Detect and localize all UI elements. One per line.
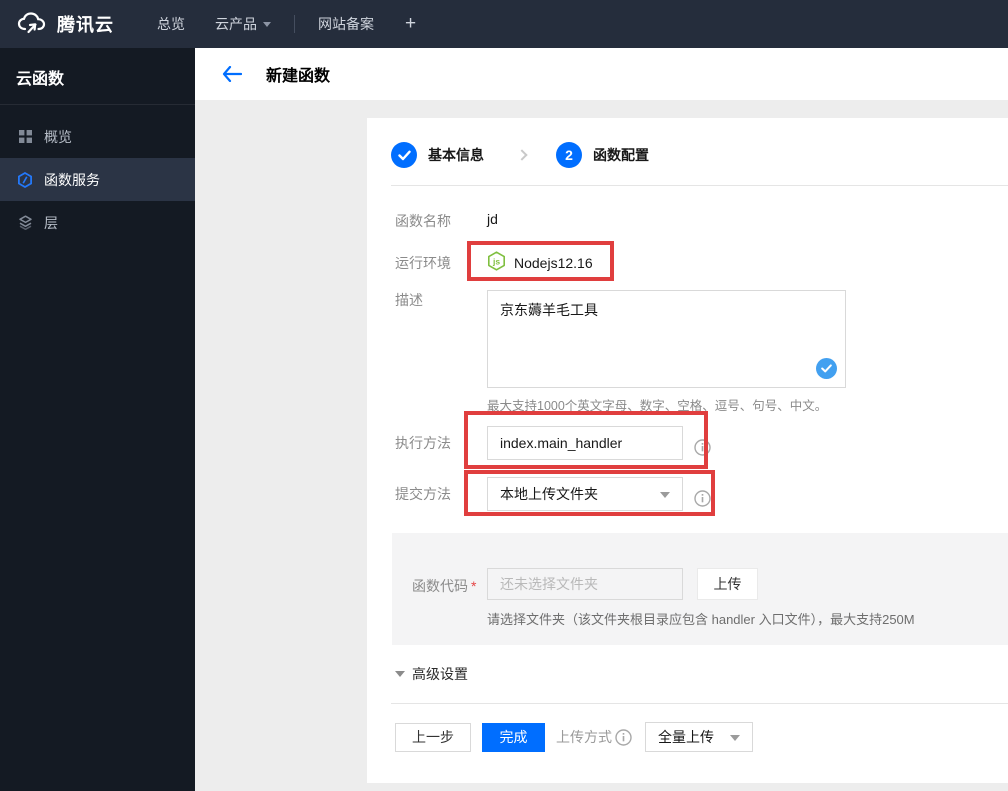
runtime-text: Nodejs12.16 bbox=[514, 254, 593, 271]
triangle-down-icon bbox=[395, 671, 405, 677]
sidebar-item-layers[interactable]: 层 bbox=[0, 201, 195, 244]
step1-label: 基本信息 bbox=[428, 147, 484, 163]
main-area: 新建函数 基本信息 2 函数配置 函数名称 jd 运行环境 js Nodejs1… bbox=[195, 48, 1008, 791]
page-title: 新建函数 bbox=[266, 68, 331, 85]
advanced-settings-label: 高级设置 bbox=[412, 666, 468, 682]
advanced-settings-toggle[interactable]: 高级设置 bbox=[395, 664, 468, 684]
sidebar-item-label: 函数服务 bbox=[44, 171, 100, 188]
nav-add-tab-button[interactable]: + bbox=[389, 0, 432, 48]
handler-info-icon[interactable] bbox=[694, 431, 711, 456]
submit-method-select[interactable]: 本地上传文件夹 bbox=[487, 477, 683, 511]
nav-item-overview[interactable]: 总览 bbox=[142, 0, 200, 48]
step2-number: 2 bbox=[556, 142, 582, 168]
description-textarea[interactable]: 京东薅羊毛工具 bbox=[488, 291, 845, 387]
field-runtime: 运行环境 js Nodejs12.16 bbox=[395, 251, 593, 274]
page-header: 新建函数 bbox=[195, 48, 1008, 100]
sidebar-item-overview[interactable]: 概览 bbox=[0, 115, 195, 158]
sidebar-item-function-service[interactable]: 函数服务 bbox=[0, 158, 195, 201]
select-caret-icon bbox=[730, 735, 740, 741]
tencent-cloud-logo[interactable]: 腾讯云 bbox=[16, 11, 114, 37]
upload-mode-value: 全量上传 bbox=[658, 729, 714, 745]
function-code-label: 函数代码 * bbox=[412, 578, 477, 594]
step2-label: 函数配置 bbox=[593, 147, 649, 163]
runtime-label: 运行环境 bbox=[395, 254, 451, 271]
submit-method-info-icon[interactable] bbox=[694, 482, 711, 507]
top-nav-menu: 总览 云产品 网站备案 + bbox=[142, 0, 432, 48]
sidebar-product-title: 云函数 bbox=[16, 71, 65, 88]
sidebar-item-label: 层 bbox=[44, 214, 58, 231]
submit-method-label: 提交方法 bbox=[395, 486, 451, 502]
svg-text:js: js bbox=[492, 256, 500, 266]
chevron-down-icon bbox=[263, 21, 271, 27]
upload-mode-label: 上传方式 bbox=[556, 729, 612, 745]
field-description: 描述 京东薅羊毛工具 bbox=[395, 290, 846, 388]
nav-item-icp[interactable]: 网站备案 bbox=[303, 0, 389, 48]
footer-divider bbox=[391, 703, 1008, 704]
handler-input[interactable] bbox=[487, 426, 683, 460]
folder-path-input[interactable] bbox=[487, 568, 683, 600]
upload-mode-info-icon[interactable] bbox=[615, 728, 632, 746]
steps-divider bbox=[391, 185, 1008, 186]
footer-actions: 上一步 完成 上传方式 全量上传 bbox=[395, 722, 753, 752]
sidebar: 云函数 概览 函数服务 层 bbox=[0, 48, 195, 791]
field-submit-method: 提交方法 本地上传文件夹 bbox=[395, 477, 711, 511]
create-function-card: 基本信息 2 函数配置 函数名称 jd 运行环境 js Nodejs12.16 bbox=[367, 118, 1008, 783]
step-indicator: 基本信息 2 函数配置 bbox=[391, 142, 649, 168]
function-code-hint: 请选择文件夹（该文件夹根目录应包含 handler 入口文件），最大支持250M bbox=[487, 612, 915, 627]
field-handler: 执行方法 bbox=[395, 426, 711, 460]
function-code-panel: 函数代码* 上传 请选择文件夹（该文件夹根目录应包含 handler 入口文件）… bbox=[392, 533, 1008, 645]
upload-mode-label-wrap: 上传方式 bbox=[556, 727, 632, 747]
function-name-value: jd bbox=[487, 211, 498, 227]
upload-mode-select[interactable]: 全量上传 bbox=[645, 722, 753, 752]
required-asterisk: * bbox=[471, 578, 477, 594]
nav-divider bbox=[294, 15, 295, 33]
field-function-name: 函数名称 jd bbox=[395, 211, 498, 231]
layers-icon bbox=[17, 215, 33, 231]
nav-item-products[interactable]: 云产品 bbox=[200, 0, 286, 48]
step1-check-icon bbox=[391, 142, 417, 168]
function-name-label: 函数名称 bbox=[395, 213, 451, 229]
valid-check-badge-icon bbox=[816, 358, 837, 379]
back-arrow-button[interactable] bbox=[222, 66, 242, 82]
chevron-right-icon bbox=[516, 149, 528, 161]
upload-button[interactable]: 上传 bbox=[697, 568, 758, 600]
description-textarea-wrap: 京东薅羊毛工具 bbox=[487, 290, 846, 388]
function-hexagon-icon bbox=[17, 171, 33, 188]
handler-label: 执行方法 bbox=[395, 435, 451, 451]
select-caret-icon bbox=[660, 492, 670, 498]
previous-step-button[interactable]: 上一步 bbox=[395, 722, 471, 752]
description-hint: 最大支持1000个英文字母、数字、空格、逗号、句号、中文。 bbox=[487, 399, 828, 413]
nodejs-icon: js bbox=[487, 251, 506, 274]
cloud-logo-icon bbox=[16, 11, 48, 37]
finish-button[interactable]: 完成 bbox=[482, 722, 545, 752]
brand-name: 腾讯云 bbox=[57, 15, 114, 35]
submit-method-value: 本地上传文件夹 bbox=[500, 486, 598, 502]
runtime-value: js Nodejs12.16 bbox=[487, 251, 593, 274]
description-label: 描述 bbox=[395, 292, 423, 308]
top-navbar: 腾讯云 总览 云产品 网站备案 + bbox=[0, 0, 1008, 48]
grid-icon bbox=[17, 129, 33, 145]
sidebar-item-label: 概览 bbox=[44, 128, 72, 145]
